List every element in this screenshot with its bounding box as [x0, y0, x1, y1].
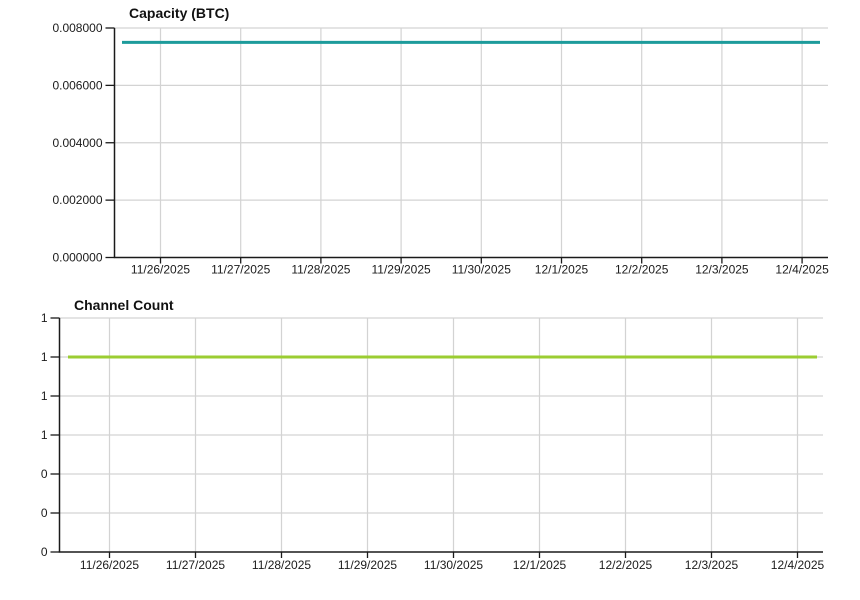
capacity-btc-y-tick-label: 0.006000 [52, 78, 102, 92]
channel-count-y-tick-label: 1 [41, 428, 48, 442]
capacity-btc-x-tick-label: 12/1/2025 [535, 263, 589, 277]
capacity-btc-x-tick-label: 11/26/2025 [131, 263, 190, 277]
capacity-btc-y-tick-label: 0.002000 [52, 193, 102, 207]
channel-count-x-tick-label: 11/27/2025 [166, 558, 225, 572]
capacity-btc-x-tick-label: 11/27/2025 [211, 263, 270, 277]
channel-count-x-tick-label: 11/28/2025 [252, 558, 311, 572]
channel-count-y-tick-label: 0 [41, 467, 48, 481]
capacity-btc-x-tick-label: 12/4/2025 [775, 263, 829, 277]
channel-count-x-tick-label: 12/2/2025 [599, 558, 653, 572]
capacity-chart-title: Capacity (BTC) [129, 5, 230, 21]
channel-count-x-tick-label: 11/30/2025 [424, 558, 483, 572]
channel-count-x-tick-label: 11/29/2025 [338, 558, 397, 572]
channel-count-x-tick-label: 12/3/2025 [685, 558, 739, 572]
channel-count-y-tick-label: 1 [41, 311, 48, 325]
capacity-btc-x-tick-label: 11/29/2025 [372, 263, 431, 277]
channel-count-chart-title: Channel Count [74, 297, 174, 313]
capacity-btc-x-tick-label: 12/2/2025 [615, 263, 669, 277]
capacity-btc-x-tick-label: 11/30/2025 [452, 263, 511, 277]
capacity-btc-x-tick-label: 12/3/2025 [695, 263, 749, 277]
channel-count-x-tick-label: 11/26/2025 [80, 558, 139, 572]
channel-count-y-tick-label: 0 [41, 545, 48, 559]
channel-count-x-tick-label: 12/1/2025 [513, 558, 567, 572]
capacity-btc-y-tick-label: 0.008000 [52, 21, 102, 35]
capacity-btc-x-tick-label: 11/28/2025 [291, 263, 350, 277]
channel-count-y-tick-label: 0 [41, 506, 48, 520]
channel-count-x-tick-label: 12/4/2025 [771, 558, 825, 572]
charts-page: Capacity (BTC) Channel Count 11/26/2025 1… [0, 0, 860, 600]
capacity-btc-y-tick-label: 0.000000 [52, 251, 102, 265]
capacity-btc-y-tick-label: 0.004000 [52, 136, 102, 150]
channel-count-y-tick-label: 1 [41, 389, 48, 403]
channel-count-y-tick-label: 1 [41, 350, 48, 364]
